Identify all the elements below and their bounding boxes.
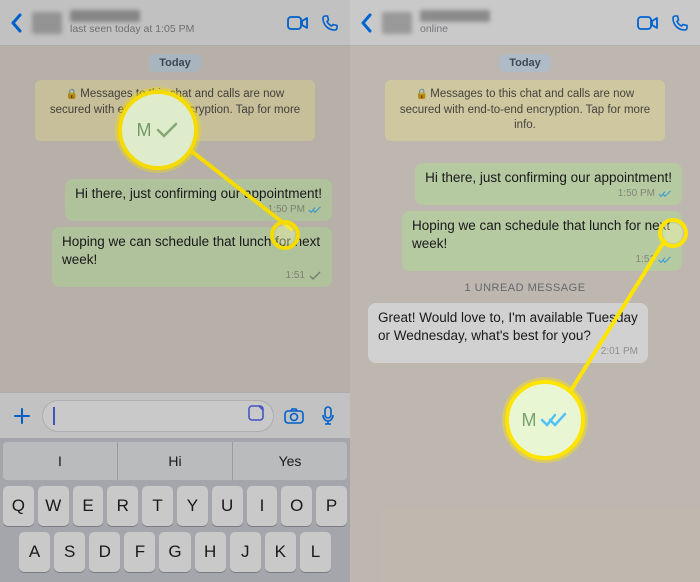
key[interactable]: S (54, 532, 85, 572)
encryption-banner[interactable]: 🔒Messages to this chat and calls are now… (35, 80, 315, 141)
attach-button[interactable] (8, 402, 36, 430)
date-chip: Today (499, 54, 551, 72)
chat-body[interactable]: Today 🔒Messages to this chat and calls a… (0, 46, 350, 392)
message-out[interactable]: Hoping we can schedule that lunch for ne… (402, 211, 682, 271)
key[interactable]: L (300, 532, 331, 572)
encryption-banner[interactable]: 🔒Messages to this chat and calls are now… (385, 80, 665, 141)
key[interactable]: Y (177, 486, 208, 526)
chat-body[interactable]: Today 🔒Messages to this chat and calls a… (350, 46, 700, 582)
double-check-blue-icon (658, 189, 672, 199)
contact-name (420, 10, 490, 22)
chat-header: online (350, 0, 700, 46)
message-text: Hi there, just confirming our appointmen… (425, 169, 672, 187)
video-call-button[interactable] (634, 9, 662, 37)
text-caret (53, 407, 55, 425)
camera-button[interactable] (280, 402, 308, 430)
back-button[interactable] (354, 11, 378, 35)
header-title-area[interactable]: last seen today at 1:05 PM (70, 10, 280, 36)
message-meta: 1:51 (412, 253, 672, 266)
message-out[interactable]: Hoping we can schedule that lunch for ne… (52, 227, 332, 287)
message-meta: 1:50 PM (425, 187, 672, 200)
key[interactable]: W (38, 486, 69, 526)
left-screenshot: last seen today at 1:05 PM Today 🔒Messag… (0, 0, 350, 582)
sticker-icon[interactable] (247, 404, 265, 427)
avatar[interactable] (32, 12, 62, 34)
suggestion[interactable]: I (3, 442, 118, 480)
suggestion[interactable]: Yes (233, 442, 347, 480)
encryption-text: Messages to this chat and calls are now … (50, 88, 300, 131)
key[interactable]: E (73, 486, 104, 526)
message-meta: 2:01 PM (378, 345, 638, 358)
contact-name (70, 10, 140, 22)
lock-icon: 🔒 (416, 89, 428, 100)
key[interactable]: Q (3, 486, 34, 526)
key[interactable]: A (19, 532, 50, 572)
key[interactable]: P (316, 486, 347, 526)
key[interactable]: F (124, 532, 155, 572)
message-meta: 1:50 PM (75, 203, 322, 216)
key[interactable]: O (281, 486, 312, 526)
message-out[interactable]: Hi there, just confirming our appointmen… (65, 179, 332, 222)
single-check-gray-icon (308, 271, 322, 281)
key[interactable]: J (230, 532, 261, 572)
double-check-blue-icon (308, 205, 322, 215)
voice-call-button[interactable] (316, 9, 344, 37)
back-button[interactable] (4, 11, 28, 35)
contact-status: last seen today at 1:05 PM (70, 24, 280, 36)
key[interactable]: D (89, 532, 120, 572)
video-call-button[interactable] (284, 9, 312, 37)
avatar[interactable] (382, 12, 412, 34)
message-out[interactable]: Hi there, just confirming our appointmen… (415, 163, 682, 206)
header-title-area[interactable]: online (420, 10, 630, 36)
key[interactable]: U (212, 486, 243, 526)
message-meta: 1:51 (62, 269, 322, 282)
key[interactable]: G (159, 532, 190, 572)
encryption-text: Messages to this chat and calls are now … (400, 88, 650, 131)
suggestion[interactable]: Hi (118, 442, 233, 480)
suggestion-bar: I Hi Yes (3, 442, 347, 480)
message-input[interactable] (42, 400, 274, 432)
key[interactable]: R (107, 486, 138, 526)
message-text: Hoping we can schedule that lunch for ne… (412, 217, 672, 252)
chat-header: last seen today at 1:05 PM (0, 0, 350, 46)
right-screenshot: online Today 🔒Messages to this chat and … (350, 0, 700, 582)
date-chip: Today (149, 54, 201, 72)
voice-call-button[interactable] (666, 9, 694, 37)
contact-status: online (420, 24, 630, 36)
double-check-blue-icon (658, 255, 672, 265)
key[interactable]: T (142, 486, 173, 526)
keyboard[interactable]: I Hi Yes Q W E R T Y U I O P A S D F G H… (0, 438, 350, 582)
microphone-button[interactable] (314, 402, 342, 430)
key[interactable]: K (265, 532, 296, 572)
message-text: Great! Would love to, I'm available Tues… (378, 309, 638, 344)
message-in[interactable]: Great! Would love to, I'm available Tues… (368, 303, 648, 363)
key[interactable]: H (195, 532, 226, 572)
key[interactable]: I (247, 486, 278, 526)
unread-separator: 1 UNREAD MESSAGE (464, 279, 585, 297)
message-text: Hi there, just confirming our appointmen… (75, 185, 322, 203)
lock-icon: 🔒 (66, 89, 78, 100)
message-text: Hoping we can schedule that lunch for ne… (62, 233, 322, 268)
message-input-bar (0, 392, 350, 438)
